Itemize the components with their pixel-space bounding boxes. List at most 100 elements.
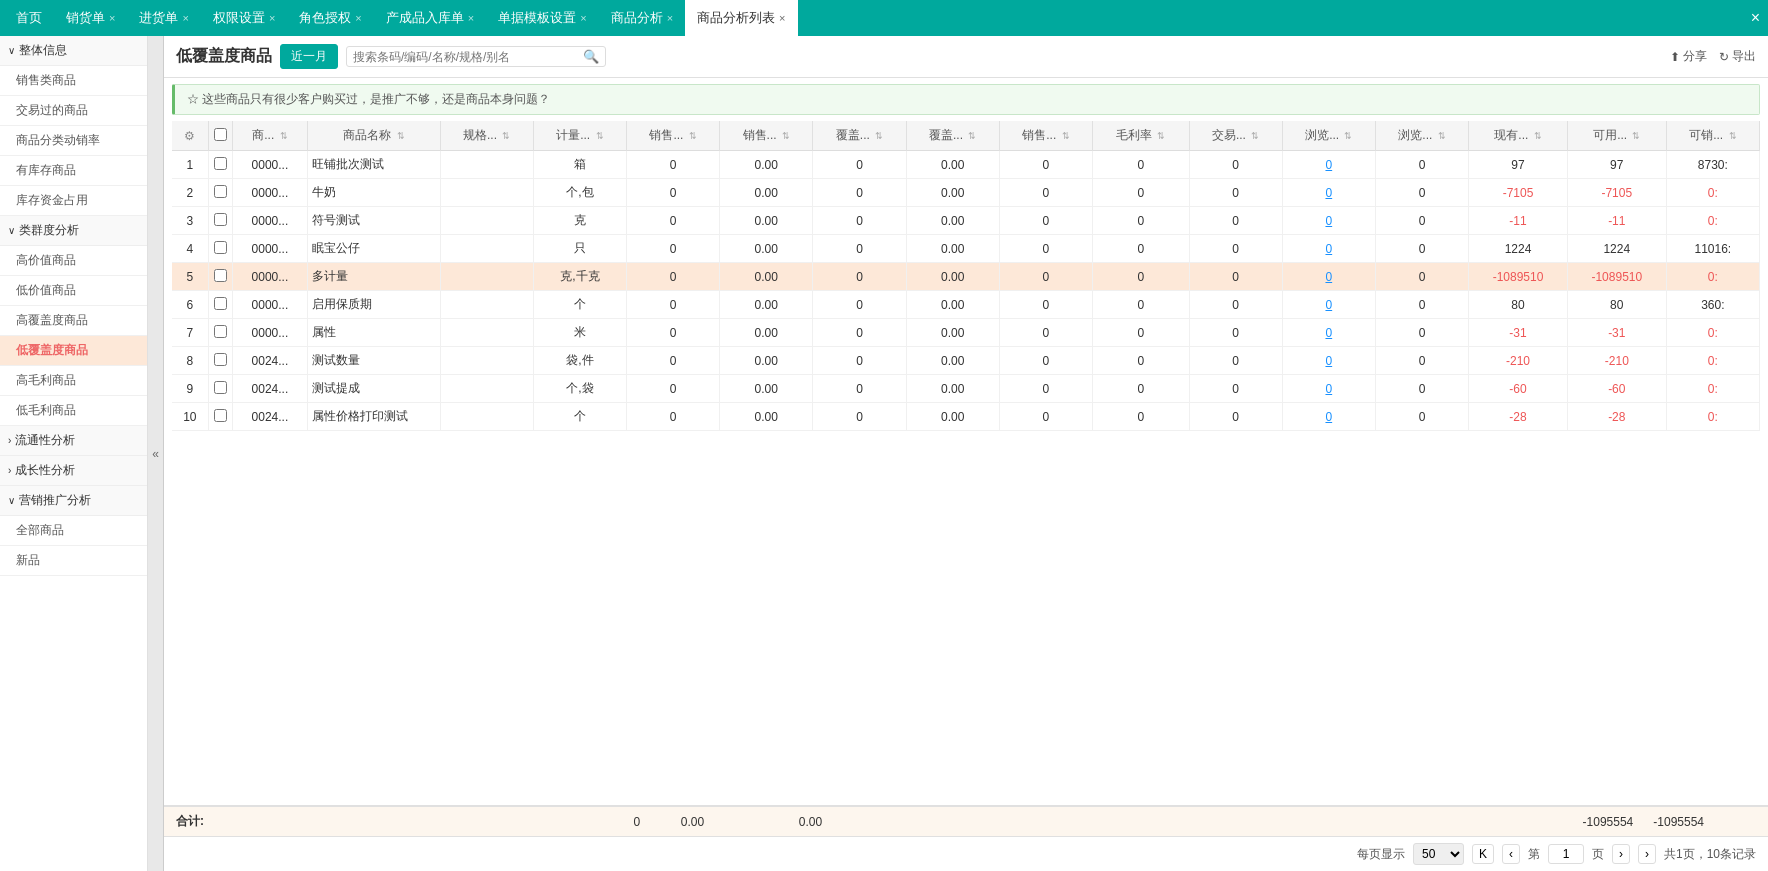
sidebar-item-high-margin[interactable]: 高毛利商品 [0,366,147,396]
row-checkbox-input[interactable] [214,241,227,254]
row-browse1[interactable]: 0 [1282,207,1375,235]
column-header-coverage2[interactable]: 覆盖... ⇅ [906,121,999,151]
row-browse1[interactable]: 0 [1282,347,1375,375]
row-checkbox[interactable] [208,347,232,375]
sidebar-section-marketing[interactable]: ∨ 营销推广分析 [0,486,147,516]
row-checkbox[interactable] [208,235,232,263]
close-tab-template[interactable]: × [580,12,586,24]
current-page-input[interactable] [1548,844,1584,864]
row-browse1[interactable]: 0 [1282,151,1375,179]
row-checkbox[interactable] [208,375,232,403]
row-saleable: 0: [1666,207,1759,235]
row-checkbox-input[interactable] [214,409,227,422]
sidebar-item-category-turnover[interactable]: 商品分类动销率 [0,126,147,156]
header-checkbox[interactable] [214,128,227,141]
sidebar-section-growth[interactable]: › 成长性分析 [0,456,147,486]
column-header-transaction[interactable]: 交易... ⇅ [1189,121,1282,151]
sidebar-collapse-button[interactable]: « [148,36,164,871]
nav-tab-purchase[interactable]: 进货单 × [127,0,200,36]
sidebar-item-all-goods[interactable]: 全部商品 [0,516,147,546]
close-tab-roles[interactable]: × [355,12,361,24]
close-tab-permissions[interactable]: × [269,12,275,24]
nav-tab-roles[interactable]: 角色授权 × [287,0,373,36]
sidebar-section-category[interactable]: ∨ 类群度分析 [0,216,147,246]
row-checkbox[interactable] [208,207,232,235]
select-all-checkbox[interactable] [208,121,232,151]
row-checkbox-input[interactable] [214,269,227,282]
next-page-button[interactable]: › [1612,844,1630,864]
prev-page-button[interactable]: ‹ [1502,844,1520,864]
column-header-code[interactable]: 商... ⇅ [232,121,308,151]
column-header-sales-amount[interactable]: 销售... ⇅ [720,121,813,151]
row-checkbox[interactable] [208,263,232,291]
column-header-sales-qty[interactable]: 销售... ⇅ [626,121,719,151]
per-page-select[interactable]: 50 100 200 [1413,843,1464,865]
table-row: 90024...测试提成个,袋00.0000.0000000-60-600: [172,375,1760,403]
row-browse1[interactable]: 0 [1282,291,1375,319]
sidebar-item-stock-capital[interactable]: 库存资金占用 [0,186,147,216]
sidebar-item-low-margin[interactable]: 低毛利商品 [0,396,147,426]
row-browse1[interactable]: 0 [1282,179,1375,207]
nav-tab-template[interactable]: 单据模板设置 × [486,0,598,36]
close-tab-purchase[interactable]: × [182,12,188,24]
close-tab-product-analysis-list[interactable]: × [779,12,785,24]
column-settings-button[interactable]: ⚙ [172,121,208,151]
sidebar-item-in-stock[interactable]: 有库存商品 [0,156,147,186]
row-browse1[interactable]: 0 [1282,235,1375,263]
nav-tab-permissions[interactable]: 权限设置 × [201,0,287,36]
row-checkbox[interactable] [208,403,232,431]
sidebar-item-high-coverage[interactable]: 高覆盖度商品 [0,306,147,336]
row-checkbox-input[interactable] [214,157,227,170]
search-input[interactable] [353,50,583,64]
sidebar-section-flow[interactable]: › 流通性分析 [0,426,147,456]
row-checkbox-input[interactable] [214,353,227,366]
column-header-spec[interactable]: 规格... ⇅ [440,121,533,151]
last-page-button[interactable]: › [1638,844,1656,864]
nav-tab-finished-goods[interactable]: 产成品入库单 × [374,0,486,36]
row-checkbox[interactable] [208,291,232,319]
row-browse1[interactable]: 0 [1282,375,1375,403]
row-checkbox[interactable] [208,319,232,347]
export-button[interactable]: ↻ 导出 [1719,48,1756,65]
sidebar-item-low-coverage[interactable]: 低覆盖度商品 [0,336,147,366]
nav-tab-home[interactable]: 首页 [4,0,54,36]
nav-tab-product-analysis-list[interactable]: 商品分析列表 × [685,0,797,36]
row-num: 7 [172,319,208,347]
nav-tab-product-analysis[interactable]: 商品分析 × [599,0,685,36]
close-all-tabs-button[interactable]: × [1751,9,1760,27]
sidebar-item-high-value[interactable]: 高价值商品 [0,246,147,276]
sidebar-item-new-goods[interactable]: 新品 [0,546,147,576]
column-header-sales3[interactable]: 销售... ⇅ [999,121,1092,151]
sidebar-item-sales-goods[interactable]: 销售类商品 [0,66,147,96]
sidebar-section-overall[interactable]: ∨ 整体信息 [0,36,147,66]
column-header-available[interactable]: 可用... ⇅ [1567,121,1666,151]
column-header-browse2[interactable]: 浏览... ⇅ [1375,121,1468,151]
nav-tab-sales[interactable]: 销货单 × [54,0,127,36]
row-checkbox-input[interactable] [214,297,227,310]
row-browse1[interactable]: 0 [1282,403,1375,431]
row-checkbox[interactable] [208,151,232,179]
row-browse1[interactable]: 0 [1282,319,1375,347]
close-tab-finished-goods[interactable]: × [468,12,474,24]
row-code: 0000... [232,151,308,179]
sidebar-item-traded-goods[interactable]: 交易过的商品 [0,96,147,126]
close-tab-product-analysis[interactable]: × [667,12,673,24]
sidebar-item-low-value[interactable]: 低价值商品 [0,276,147,306]
column-header-browse1[interactable]: 浏览... ⇅ [1282,121,1375,151]
column-header-saleable[interactable]: 可销... ⇅ [1666,121,1759,151]
filter-near-month-button[interactable]: 近一月 [280,44,338,69]
column-header-current-stock[interactable]: 现有... ⇅ [1469,121,1568,151]
column-header-coverage1[interactable]: 覆盖... ⇅ [813,121,906,151]
close-tab-sales[interactable]: × [109,12,115,24]
column-header-unit[interactable]: 计量... ⇅ [533,121,626,151]
column-header-name[interactable]: 商品名称 ⇅ [308,121,440,151]
row-checkbox-input[interactable] [214,213,227,226]
row-checkbox-input[interactable] [214,381,227,394]
column-header-gross-margin[interactable]: 毛利率 ⇅ [1093,121,1190,151]
row-checkbox-input[interactable] [214,185,227,198]
share-button[interactable]: ⬆ 分享 [1670,48,1707,65]
row-checkbox[interactable] [208,179,232,207]
first-page-button[interactable]: K [1472,844,1494,864]
row-browse1[interactable]: 0 [1282,263,1375,291]
row-checkbox-input[interactable] [214,325,227,338]
